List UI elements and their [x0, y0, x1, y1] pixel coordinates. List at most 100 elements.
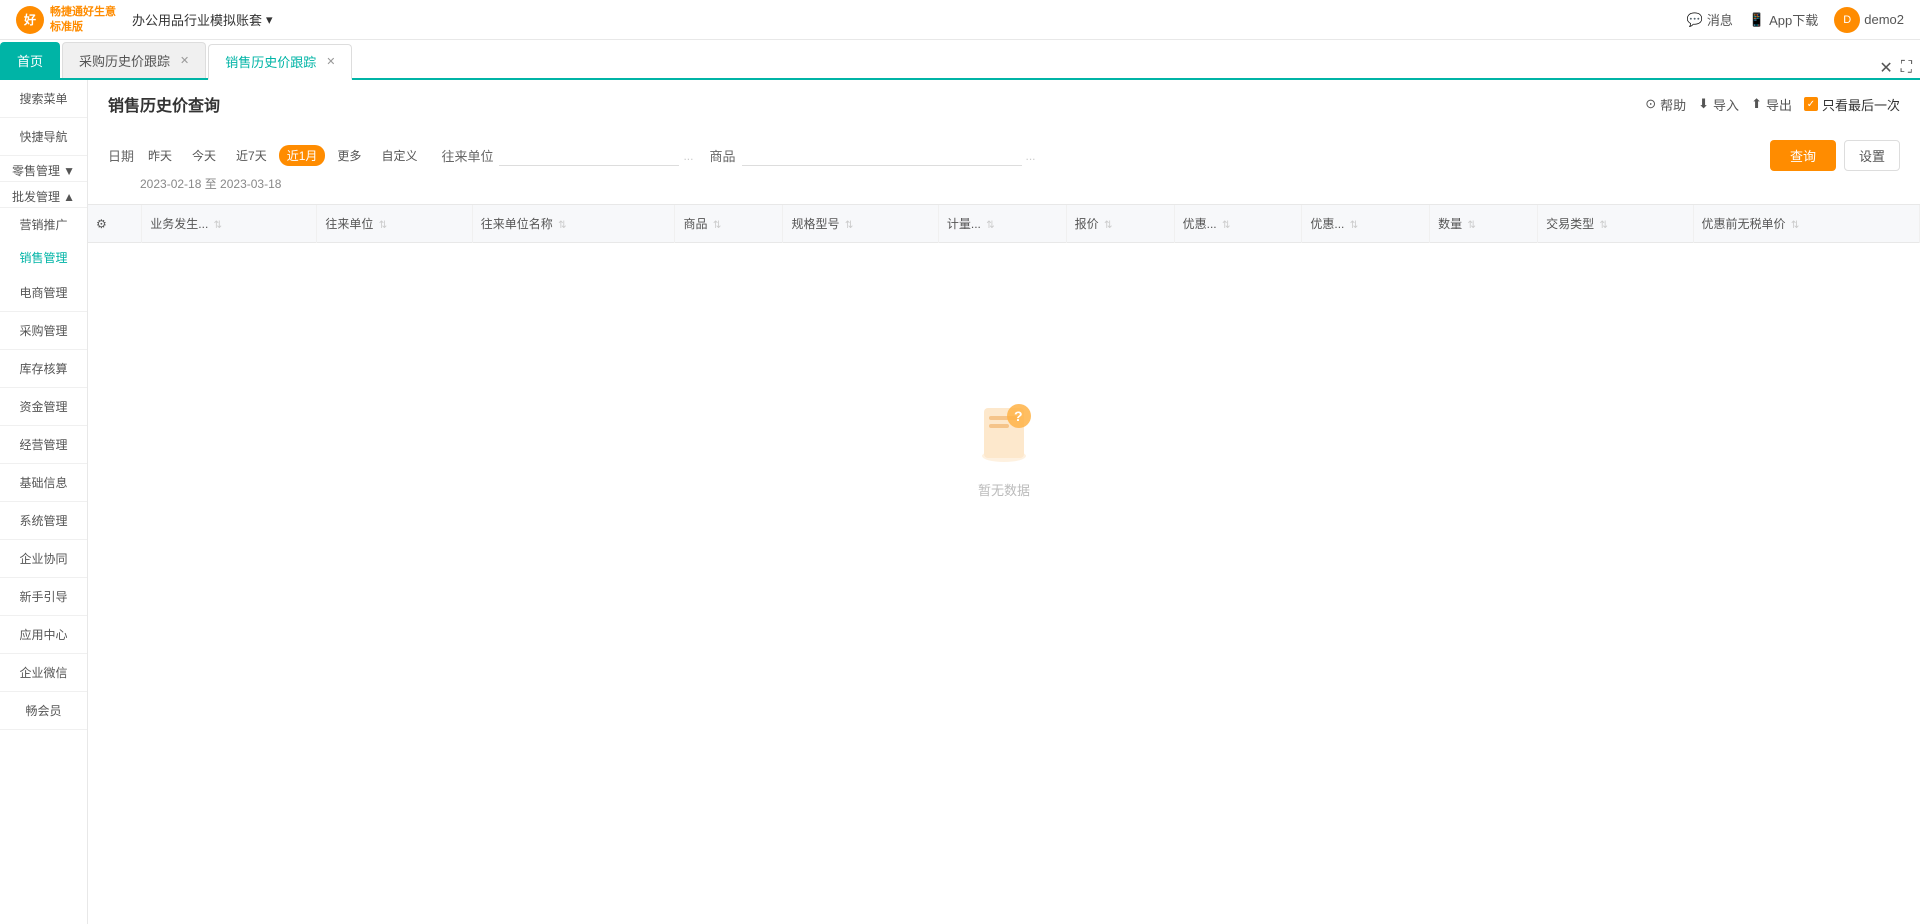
counterpart-filter: 往来单位 ...	[441, 146, 693, 166]
col-pretax-price[interactable]: 优惠前无税单价 ⇅	[1693, 205, 1919, 243]
date-last7-btn[interactable]: 近7天	[228, 145, 275, 166]
sidebar-item-retail[interactable]: 零售管理 ▼	[0, 156, 87, 182]
counterpart-input[interactable]	[499, 146, 679, 166]
chevron-down-icon: ▼	[63, 164, 75, 178]
message-icon: 💬	[1687, 12, 1703, 28]
sidebar-item-quick[interactable]: 快捷导航	[0, 118, 87, 156]
col-counterpart-code[interactable]: 往来单位 ⇅	[317, 205, 472, 243]
empty-illustration: ?	[964, 388, 1044, 468]
goods-input[interactable]	[742, 146, 1022, 166]
page-header: 销售历史价查询 ⊙ 帮助 ⬇ 导入 ⬆ 导出 ✓ 只看最后一次	[88, 80, 1920, 128]
col-discount2[interactable]: 优惠... ⇅	[1302, 205, 1430, 243]
chevron-up-icon: ▲	[63, 190, 75, 204]
sidebar-item-finance[interactable]: 资金管理	[0, 388, 87, 426]
tab-home[interactable]: 首页	[0, 42, 60, 78]
col-spec[interactable]: 规格型号 ⇅	[783, 205, 938, 243]
sidebar-item-search[interactable]: 搜索菜单	[0, 80, 87, 118]
page-header-actions: ⊙ 帮助 ⬇ 导入 ⬆ 导出 ✓ 只看最后一次	[1645, 95, 1900, 126]
sort-icon: ⇅	[713, 220, 721, 231]
filter-right-buttons: 查询 设置	[1770, 140, 1900, 171]
sort-icon: ⇅	[1222, 220, 1230, 231]
user-menu[interactable]: D demo2	[1834, 7, 1904, 33]
export-button[interactable]: ⬆ 导出	[1751, 95, 1792, 114]
close-all-tabs-button[interactable]: ✕	[1879, 58, 1892, 78]
tab-purchase[interactable]: 采购历史价跟踪 ✕	[62, 42, 206, 78]
table-container: ⚙ 业务发生... ⇅ 往来单位 ⇅ 往来单位名称 ⇅	[88, 205, 1920, 924]
sort-icon: ⇅	[1350, 220, 1358, 231]
sidebar-item-operations[interactable]: 经营管理	[0, 426, 87, 464]
col-counterpart-name[interactable]: 往来单位名称 ⇅	[472, 205, 675, 243]
goods-input-wrapper: ...	[742, 146, 1036, 166]
date-today-btn[interactable]: 今天	[184, 145, 224, 166]
col-discount1[interactable]: 优惠... ⇅	[1174, 205, 1302, 243]
search-button[interactable]: 查询	[1770, 140, 1836, 171]
avatar: D	[1834, 7, 1860, 33]
date-last1m-btn[interactable]: 近1月	[279, 145, 326, 166]
topbar: 好 畅捷通好生意 标准版 办公用品行业模拟账套 ▾ 💬 消息 📱 App下载 D…	[0, 0, 1920, 40]
date-custom-btn[interactable]: 自定义	[373, 145, 425, 166]
last-once-checkbox[interactable]: ✓ 只看最后一次	[1804, 95, 1900, 114]
logo-icon: 好	[16, 6, 44, 34]
export-icon: ⬆	[1751, 96, 1762, 112]
app-download-button[interactable]: 📱 App下载	[1749, 10, 1818, 29]
counterpart-input-wrapper: ...	[499, 146, 693, 166]
date-more-btn[interactable]: 更多	[329, 145, 369, 166]
tabbar: 首页 采购历史价跟踪 ✕ 销售历史价跟踪 ✕ ✕ ⛶	[0, 40, 1920, 80]
date-buttons: 昨天 今天 近7天 近1月 更多 自定义	[140, 145, 425, 166]
date-yesterday-btn[interactable]: 昨天	[140, 145, 180, 166]
col-quote[interactable]: 报价 ⇅	[1066, 205, 1174, 243]
table-header-row: ⚙ 业务发生... ⇅ 往来单位 ⇅ 往来单位名称 ⇅	[88, 205, 1920, 243]
import-icon: ⬇	[1698, 96, 1709, 112]
checkbox-icon: ✓	[1804, 97, 1818, 111]
sort-icon: ⇅	[214, 220, 222, 231]
sidebar-item-guide[interactable]: 新手引导	[0, 578, 87, 616]
sort-icon: ⇅	[1104, 220, 1112, 231]
counterpart-dots[interactable]: ...	[683, 149, 693, 163]
sidebar-item-ecommerce[interactable]: 电商管理	[0, 274, 87, 312]
sidebar-item-wholesale[interactable]: 批发管理 ▲	[0, 182, 87, 208]
sidebar-item-app-center[interactable]: 应用中心	[0, 616, 87, 654]
fullscreen-button[interactable]: ⛶	[1901, 59, 1912, 77]
sidebar-item-system[interactable]: 系统管理	[0, 502, 87, 540]
message-button[interactable]: 💬 消息	[1687, 10, 1733, 29]
filter-row: 日期 昨天 今天 近7天 近1月 更多 自定义 往来单位 ...	[108, 140, 1900, 171]
sidebar-item-weixin[interactable]: 企业微信	[0, 654, 87, 692]
col-biz-date[interactable]: 业务发生... ⇅	[142, 205, 317, 243]
company-selector[interactable]: 办公用品行业模拟账套 ▾	[124, 6, 281, 33]
goods-dots[interactable]: ...	[1026, 149, 1036, 163]
data-table: ⚙ 业务发生... ⇅ 往来单位 ⇅ 往来单位名称 ⇅	[88, 205, 1920, 243]
sidebar-item-marketing[interactable]: 营销推广	[0, 208, 87, 241]
tab-sales-close[interactable]: ✕	[326, 55, 335, 68]
import-button[interactable]: ⬇ 导入	[1698, 95, 1739, 114]
topbar-right: 💬 消息 📱 App下载 D demo2	[1687, 7, 1904, 33]
empty-state: ? 暂无数据	[88, 243, 1920, 643]
sidebar-item-purchase[interactable]: 采购管理	[0, 312, 87, 350]
gear-icon[interactable]: ⚙	[96, 217, 107, 231]
help-icon: ⊙	[1645, 96, 1656, 112]
settings-button[interactable]: 设置	[1844, 140, 1900, 171]
app-icon: 📱	[1749, 12, 1765, 28]
sort-icon: ⇅	[1600, 220, 1608, 231]
sidebar-item-basic[interactable]: 基础信息	[0, 464, 87, 502]
col-unit[interactable]: 计量... ⇅	[938, 205, 1066, 243]
col-goods[interactable]: 商品 ⇅	[675, 205, 783, 243]
logo-area: 好 畅捷通好生意 标准版	[16, 5, 116, 34]
svg-text:?: ?	[1014, 408, 1023, 424]
sidebar-item-cooperation[interactable]: 企业协同	[0, 540, 87, 578]
sort-icon: ⇅	[1791, 220, 1799, 231]
sidebar-item-inventory[interactable]: 库存核算	[0, 350, 87, 388]
sort-icon: ⇅	[1467, 220, 1475, 231]
col-trade-type[interactable]: 交易类型 ⇅	[1538, 205, 1693, 243]
sidebar-item-sales-mgmt[interactable]: 销售管理	[0, 241, 87, 274]
col-quantity[interactable]: 数量 ⇅	[1430, 205, 1538, 243]
content-area: 销售历史价查询 ⊙ 帮助 ⬇ 导入 ⬆ 导出 ✓ 只看最后一次	[88, 80, 1920, 924]
sidebar-item-member[interactable]: 畅会员	[0, 692, 87, 730]
tab-sales[interactable]: 销售历史价跟踪 ✕	[208, 44, 352, 80]
filter-bar: 日期 昨天 今天 近7天 近1月 更多 自定义 往来单位 ...	[88, 128, 1920, 205]
tab-purchase-close[interactable]: ✕	[180, 54, 189, 67]
main-layout: 搜索菜单 快捷导航 零售管理 ▼ 批发管理 ▲ 营销推广 销售管理 电商管理 采…	[0, 80, 1920, 924]
col-gear[interactable]: ⚙	[88, 205, 142, 243]
sort-icon: ⇅	[558, 220, 566, 231]
sort-icon: ⇅	[379, 220, 387, 231]
help-button[interactable]: ⊙ 帮助	[1645, 95, 1686, 114]
